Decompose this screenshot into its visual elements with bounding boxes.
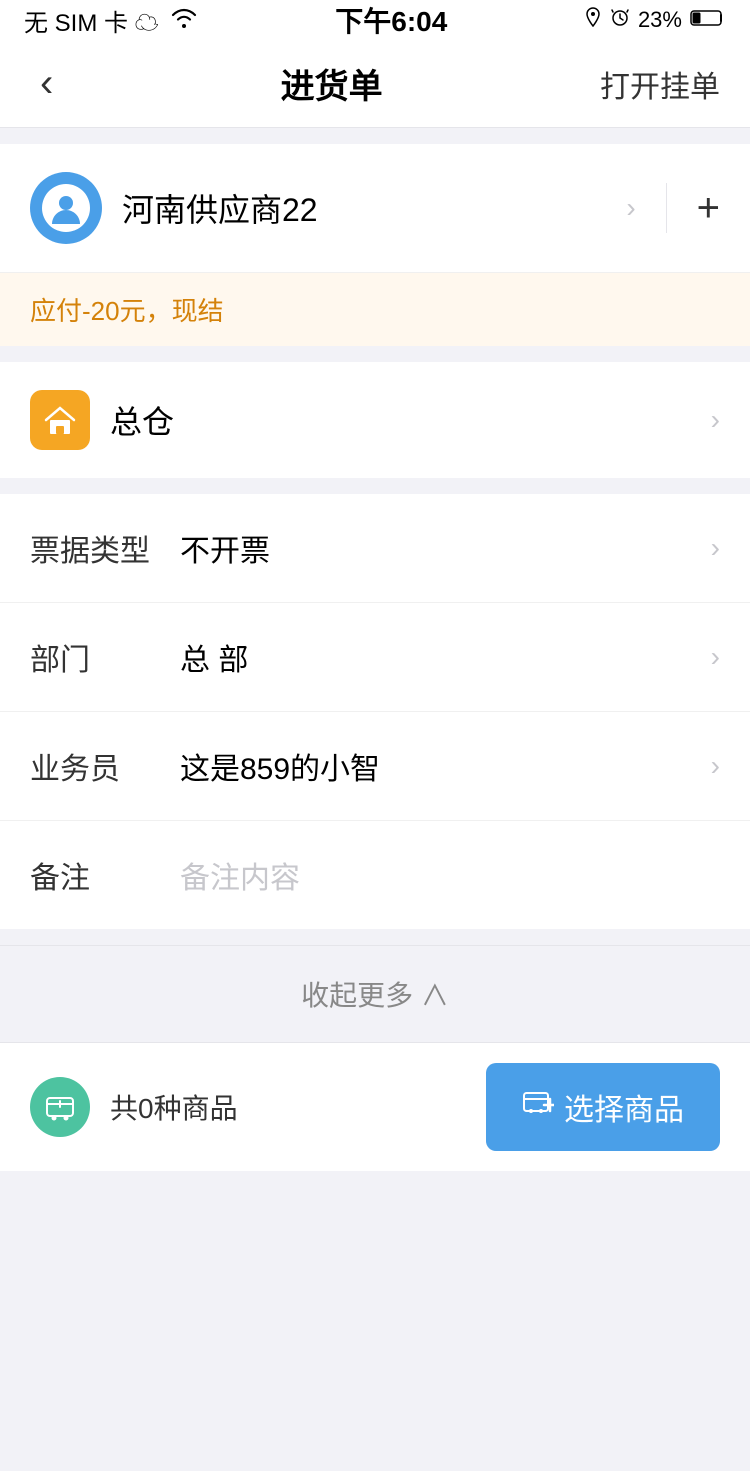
alarm-icon [610,7,630,33]
avatar-icon [42,184,90,232]
remark-input[interactable]: 备注内容 [170,853,720,897]
dept-value: 总 部 [170,635,711,679]
warehouse-icon [30,390,90,450]
salesman-chevron-icon: › [711,750,720,782]
form-card: 票据类型 不开票 › 部门 总 部 › 业务员 这是859的小智 › 备注 备注… [0,494,750,929]
invoice-chevron-icon: › [711,532,720,564]
supplier-chevron-icon: › [626,192,635,224]
status-bar-left: 无 SIM 卡 ☁ [24,3,199,38]
invoice-value: 不开票 [170,526,711,570]
invoice-row[interactable]: 票据类型 不开票 › [0,494,750,603]
select-product-button[interactable]: 选择商品 [486,1063,720,1151]
dept-row[interactable]: 部门 总 部 › [0,603,750,712]
back-button[interactable]: ‹ [30,51,63,116]
warehouse-row[interactable]: 总仓 › [0,362,750,478]
open-pending-button[interactable]: 打开挂单 [600,62,720,106]
status-bar: 无 SIM 卡 ☁ 下午6:04 23% [0,0,750,40]
select-product-icon [522,1089,554,1125]
dept-label: 部门 [30,635,170,679]
dept-chevron-icon: › [711,641,720,673]
divider [666,183,667,233]
salesman-value: 这是859的小智 [170,744,711,788]
wifi-icon [169,6,199,35]
status-bar-right: 23% [584,7,726,33]
warehouse-chevron-icon: › [711,404,720,436]
main-content: 河南供应商22 › + 应付-20元，现结 总仓 › 票据类型 不开 [0,128,750,1471]
sim-status: 无 SIM 卡 ☁ [24,3,159,38]
product-count: 共0种商品 [110,1087,486,1127]
add-supplier-button[interactable]: + [697,186,720,231]
salesman-row[interactable]: 业务员 这是859的小智 › [0,712,750,821]
supplier-card: 河南供应商22 › + 应付-20元，现结 [0,144,750,346]
product-cart-icon [30,1077,90,1137]
warehouse-name: 总仓 [110,397,711,443]
notice-row: 应付-20元，现结 [0,273,750,346]
battery-percent: 23% [638,7,682,33]
supplier-row[interactable]: 河南供应商22 › + [0,144,750,273]
location-icon [584,7,602,33]
supplier-name: 河南供应商22 [122,185,626,231]
supplier-avatar [30,172,102,244]
battery-icon [690,7,726,33]
salesman-label: 业务员 [30,744,170,788]
remark-label: 备注 [30,853,170,897]
warehouse-card[interactable]: 总仓 › [0,362,750,478]
select-product-label: 选择商品 [564,1085,684,1129]
collapse-button[interactable]: 收起更多 ∧ [0,945,750,1042]
invoice-label: 票据类型 [30,526,170,570]
bottom-bar: 共0种商品 选择商品 [0,1042,750,1171]
status-time: 下午6:04 [335,0,447,40]
page-footer [0,1171,750,1471]
page-title: 进货单 [281,59,383,108]
nav-bar: ‹ 进货单 打开挂单 [0,40,750,128]
remark-row[interactable]: 备注 备注内容 [0,821,750,929]
